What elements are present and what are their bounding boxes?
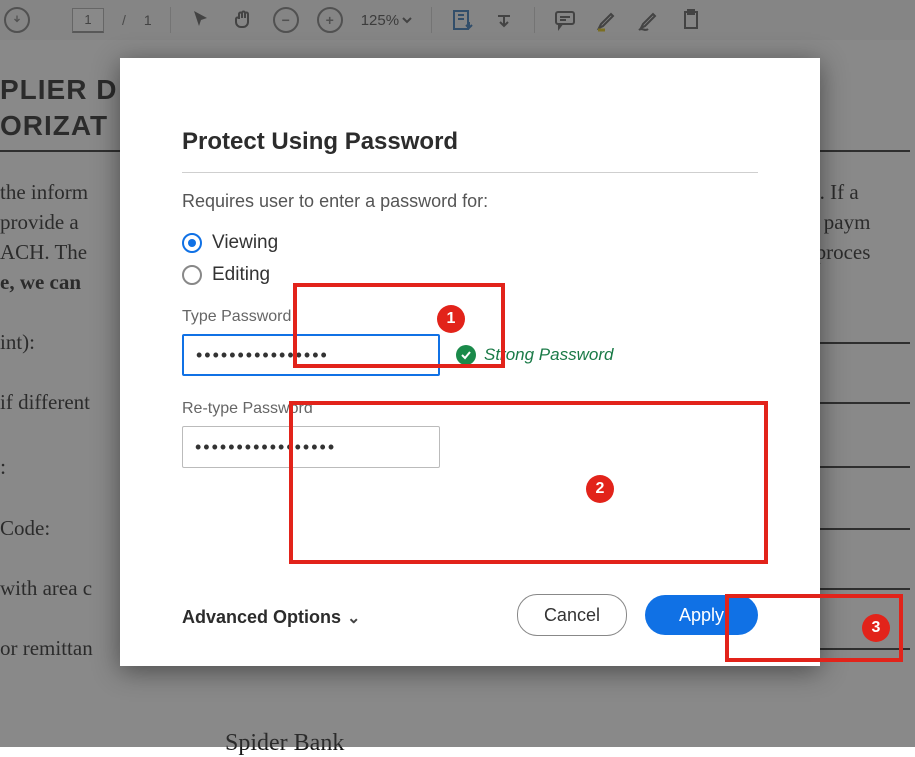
toolbar-separator (431, 7, 432, 33)
doc-text: : (0, 454, 6, 480)
doc-text: with area c (0, 576, 92, 601)
radio-editing[interactable]: Editing (182, 264, 758, 286)
dialog-title: Protect Using Password (182, 128, 758, 156)
hand-tool-icon[interactable] (231, 8, 255, 32)
page-separator: / (122, 12, 126, 28)
advanced-options-toggle[interactable]: Advanced Options ⌄ (182, 607, 360, 628)
password-strength-text: Strong Password (484, 345, 613, 365)
dialog-divider (182, 172, 758, 173)
protect-password-dialog: Protect Using Password Requires user to … (120, 58, 820, 666)
doc-heading-line1: PLIER D (0, 74, 117, 106)
save-page-icon[interactable] (450, 8, 474, 32)
zoom-dropdown[interactable]: 125% (361, 12, 413, 29)
clipboard-icon[interactable] (679, 8, 703, 32)
page-total: 1 (144, 12, 152, 28)
doc-text: ACH. The (0, 240, 87, 265)
radio-viewing[interactable]: Viewing (182, 232, 758, 254)
doc-text: the inform (0, 180, 88, 205)
comment-icon[interactable] (553, 8, 577, 32)
download-icon[interactable] (4, 7, 30, 33)
zoom-out-icon[interactable]: − (273, 7, 299, 33)
highlight-icon[interactable] (595, 8, 619, 32)
chevron-down-icon: ⌄ (347, 608, 360, 628)
retype-password-input[interactable] (182, 426, 440, 468)
advanced-options-label: Advanced Options (182, 607, 341, 628)
retype-password-label: Re-type Password (182, 400, 758, 418)
radio-label: Viewing (212, 232, 278, 254)
export-icon[interactable] (492, 8, 516, 32)
doc-text: or remittan (0, 636, 93, 661)
radio-icon (182, 265, 202, 285)
doc-text: e, we can (0, 270, 81, 295)
toolbar-separator (534, 7, 535, 33)
password-strength: Strong Password (456, 345, 613, 365)
page-number-input[interactable]: 1 (72, 8, 104, 33)
doc-heading-line2: ORIZAT (0, 110, 108, 142)
doc-text: Code: (0, 516, 50, 541)
radio-label: Editing (212, 264, 270, 286)
select-tool-icon[interactable] (189, 8, 213, 32)
doc-text: if different (0, 390, 90, 415)
password-mode-radio-group: Viewing Editing (182, 232, 758, 286)
apply-button[interactable]: Apply (645, 595, 758, 635)
toolbar-separator (170, 7, 171, 33)
doc-text: provide a (0, 210, 79, 235)
dialog-button-row: Cancel Apply (517, 594, 758, 636)
requires-label: Requires user to enter a password for: (182, 191, 758, 212)
check-icon (456, 345, 476, 365)
zoom-in-icon[interactable]: + (317, 7, 343, 33)
pdf-toolbar: 1 / 1 − + 125% (0, 0, 915, 41)
doc-text: int): (0, 330, 35, 355)
password-input[interactable] (182, 334, 440, 376)
doc-bank-name: Spider Bank (225, 730, 344, 757)
sign-icon[interactable] (637, 8, 661, 32)
cancel-button[interactable]: Cancel (517, 594, 627, 636)
radio-icon (182, 233, 202, 253)
type-password-label: Type Password (182, 308, 758, 326)
